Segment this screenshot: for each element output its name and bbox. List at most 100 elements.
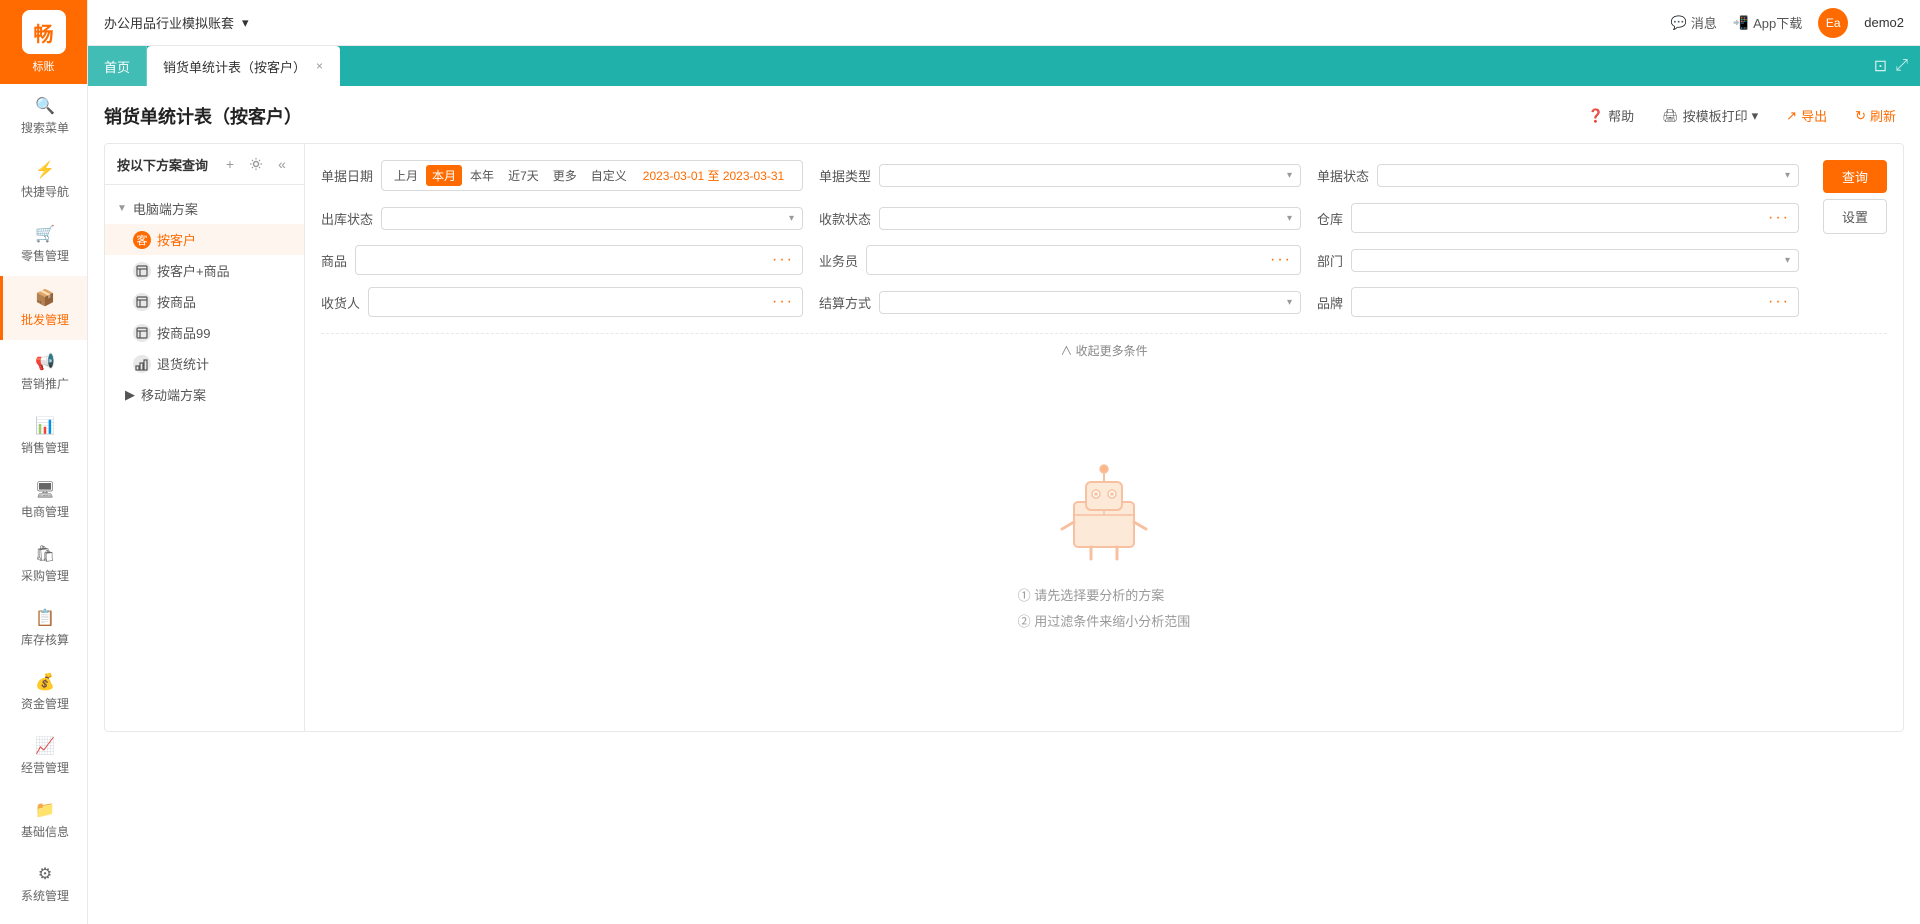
consignee-label: 收货人 [321, 293, 360, 312]
date-range-control: 上月 本月 本年 近7天 更多 自定义 2023-03-01 至 20 [381, 160, 803, 191]
sales-stat-tab-label: 销货单统计表（按客户） [163, 57, 306, 76]
message-icon: 💬 [1671, 15, 1687, 31]
print-icon: 🖨 [1662, 108, 1679, 124]
sidebar-item-enterprise[interactable]: 🤝 企业协同 [0, 916, 87, 924]
filter-department: 部门 ▾ [1317, 249, 1799, 272]
sidebar-item-sales[interactable]: 📊 销售管理 [0, 404, 87, 468]
out-status-select[interactable]: ▾ [381, 207, 803, 230]
tree-item-by-goods-99[interactable]: 按商品99 [105, 317, 304, 348]
sidebar-item-quick-nav[interactable]: ⚡ 快捷导航 [0, 148, 87, 212]
system-icon: ⚙ [38, 864, 52, 884]
tab-close-btn[interactable]: × [316, 59, 323, 73]
empty-state: 请先选择要分析的方案 用过滤条件来缩小分析范围 [321, 367, 1887, 715]
header-actions: ❓ 帮助 🖨 按模板打印 ▾ ↗ 导出 ↻ 刷新 [1580, 102, 1904, 129]
date-tab-custom[interactable]: 自定义 [585, 165, 633, 186]
sidebar-item-purchase-label: 采购管理 [21, 567, 69, 584]
logo-char: 畅 [34, 18, 54, 47]
tree-item-by-customer[interactable]: 客 按客户 [105, 224, 304, 255]
refresh-icon: ↻ [1855, 108, 1866, 124]
empty-tip-1: 请先选择要分析的方案 [1018, 583, 1191, 609]
add-scheme-btn[interactable]: + [220, 154, 240, 174]
doc-type-select[interactable]: ▾ [879, 164, 1301, 187]
sidebar-item-ecommerce-label: 电商管理 [21, 503, 69, 520]
basic-icon: 📁 [35, 800, 55, 820]
quick-nav-icon: ⚡ [35, 160, 55, 180]
left-panel-title: 按以下方案查询 [117, 155, 208, 174]
help-btn[interactable]: ❓ 帮助 [1580, 102, 1642, 129]
sidebar-logo[interactable]: 畅 标账 [0, 0, 87, 84]
by-customer-goods-icon [133, 262, 151, 280]
sidebar-item-basic[interactable]: 📁 基础信息 [0, 788, 87, 852]
sidebar-item-marketing[interactable]: 📢 营销推广 [0, 340, 87, 404]
sidebar-item-ecommerce[interactable]: 🖥 电商管理 [0, 468, 87, 532]
page-content: 销货单统计表（按客户） ❓ 帮助 🖨 按模板打印 ▾ ↗ 导出 [88, 86, 1920, 924]
print-dropdown-icon: ▾ [1752, 108, 1759, 124]
message-btn[interactable]: 💬 消息 [1671, 13, 1717, 32]
sidebar-item-finance[interactable]: 💰 资金管理 [0, 660, 87, 724]
tree-group-mobile-header[interactable]: ▶ 移动端方案 [105, 379, 304, 410]
sidebar-item-system[interactable]: ⚙ 系统管理 [0, 852, 87, 916]
by-customer-label: 按客户 [157, 230, 196, 249]
tree-item-by-goods[interactable]: 按商品 [105, 286, 304, 317]
date-tab-this-month[interactable]: 本月 [426, 165, 462, 186]
date-range-value: 2023-03-01 至 2023-03-31 [643, 167, 784, 184]
sidebar-item-operations[interactable]: 📈 经营管理 [0, 724, 87, 788]
collapse-panel-btn[interactable]: « [272, 154, 292, 174]
filter-brand: 品牌 ··· [1317, 287, 1799, 317]
empty-illustration [1044, 447, 1164, 567]
operations-icon: 📈 [35, 736, 55, 756]
filter-consignee: 收货人 ··· [321, 287, 803, 317]
salesperson-select[interactable]: ··· [866, 245, 1301, 275]
department-select[interactable]: ▾ [1351, 249, 1799, 272]
print-btn[interactable]: 🖨 按模板打印 ▾ [1654, 102, 1766, 129]
filter-salesperson: 业务员 ··· [819, 245, 1301, 275]
filter-row-1: 单据日期 上月 本月 本年 近7天 [321, 160, 1799, 191]
sidebar-item-wholesale[interactable]: 📦 批发管理 [0, 276, 87, 340]
payment-status-chevron-icon: ▾ [1287, 213, 1292, 224]
sidebar-item-retail[interactable]: 🛒 零售管理 [0, 212, 87, 276]
app-download-btn[interactable]: 📲 App下载 [1733, 13, 1802, 32]
sidebar-item-search[interactable]: 🔍 搜索菜单 [0, 84, 87, 148]
date-tab-last7[interactable]: 近7天 [502, 165, 545, 186]
settings-scheme-btn[interactable] [246, 154, 266, 174]
tab-restore-icon[interactable]: ⊡ [1874, 56, 1887, 76]
tree-item-by-customer-goods[interactable]: 按客户+商品 [105, 255, 304, 286]
collapse-bar[interactable]: ∧ 收起更多条件 [321, 333, 1887, 367]
date-tab-more[interactable]: 更多 [547, 165, 583, 186]
product-dropdown-btn[interactable]: ▾ [242, 15, 249, 31]
brand-dots-icon: ··· [1768, 293, 1790, 311]
brand-select[interactable]: ··· [1351, 287, 1799, 317]
sidebar-item-inventory[interactable]: 📋 库存核算 [0, 596, 87, 660]
tree-item-return-stat[interactable]: 退货统计 [105, 348, 304, 379]
filter-doc-type: 单据类型 ▾ [819, 164, 1301, 187]
by-goods-99-label: 按商品99 [157, 323, 210, 342]
help-label: 帮助 [1608, 106, 1634, 125]
user-name[interactable]: demo2 [1864, 15, 1904, 30]
message-label: 消息 [1691, 13, 1717, 32]
payment-status-select[interactable]: ▾ [879, 207, 1301, 230]
consignee-select[interactable]: ··· [368, 287, 803, 317]
tab-maximize-icon[interactable]: ⤢ [1895, 57, 1908, 75]
filter-goods: 商品 ··· [321, 245, 803, 275]
doc-status-select[interactable]: ▾ [1377, 164, 1799, 187]
brand-label: 品牌 [1317, 293, 1343, 312]
query-button[interactable]: 查询 [1823, 160, 1887, 193]
topbar-right: 💬 消息 📲 App下载 Ea demo2 [1671, 8, 1904, 38]
tree-group-pc-header[interactable]: ▼ 电脑端方案 [105, 193, 304, 224]
refresh-btn[interactable]: ↻ 刷新 [1847, 102, 1904, 129]
goods-select[interactable]: ··· [355, 245, 803, 275]
tab-home[interactable]: 首页 [88, 46, 147, 86]
filter-date-range: 单据日期 上月 本月 本年 近7天 [321, 160, 803, 191]
settings-button[interactable]: 设置 [1823, 199, 1887, 234]
marketing-icon: 📢 [35, 352, 55, 372]
tab-sales-stat[interactable]: 销货单统计表（按客户） × [147, 46, 340, 86]
date-tab-last-month[interactable]: 上月 [388, 165, 424, 186]
date-tab-this-year[interactable]: 本年 [464, 165, 500, 186]
export-btn[interactable]: ↗ 导出 [1778, 102, 1835, 129]
sidebar-item-purchase[interactable]: 🛍 采购管理 [0, 532, 87, 596]
settlement-select[interactable]: ▾ [879, 291, 1301, 314]
left-panel-header: 按以下方案查询 + « [105, 144, 304, 185]
sidebar-item-quick-nav-label: 快捷导航 [21, 183, 69, 200]
goods-dots-icon: ··· [772, 251, 794, 269]
warehouse-select[interactable]: ··· [1351, 203, 1799, 233]
